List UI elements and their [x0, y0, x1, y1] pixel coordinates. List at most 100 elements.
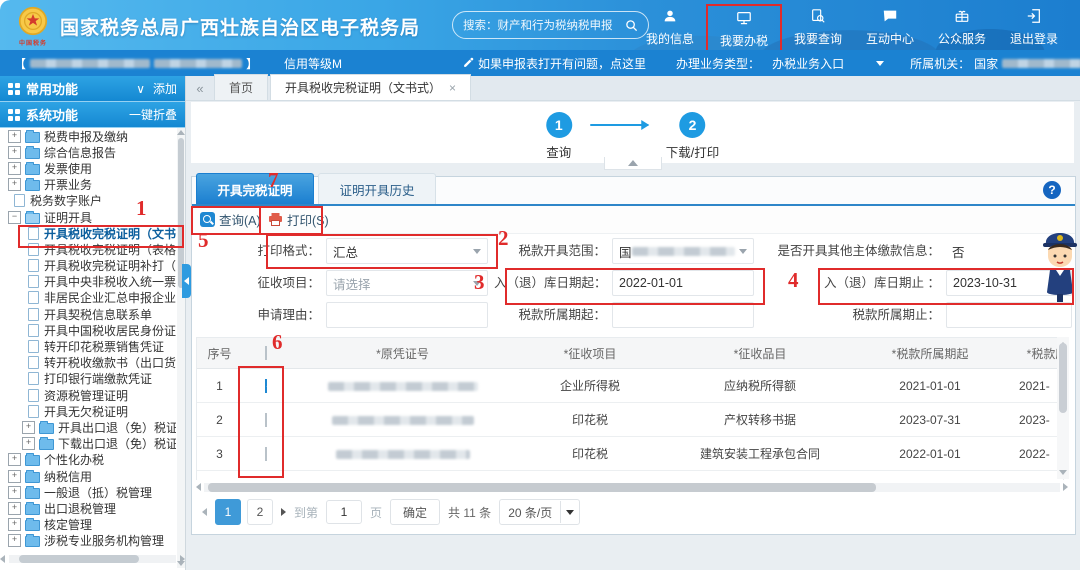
sidebar-section-common[interactable]: 常用功能 ∨ 添加	[0, 76, 185, 102]
declaration-notice-link[interactable]: 如果申报表打开有问题，点这里	[462, 55, 646, 72]
expand-icon[interactable]: +	[8, 161, 21, 175]
sidebar-item-14[interactable]: 转开税收缴款书（出口货物劳务）	[0, 355, 176, 371]
scrollbar-thumb[interactable]	[208, 482, 876, 492]
sidebar-item-5[interactable]: − 证明开具	[0, 209, 176, 225]
expand-icon[interactable]: +	[8, 178, 21, 192]
sidebar-item-25[interactable]: + 涉税专业服务机构管理	[0, 533, 176, 549]
sidebar-item-21[interactable]: + 纳税信用	[0, 468, 176, 484]
sidebar-item-16[interactable]: 资源税管理证明	[0, 387, 176, 403]
sidebar-item-20[interactable]: + 个性化办税	[0, 452, 176, 468]
sidebar-item-24[interactable]: + 核定管理	[0, 517, 176, 533]
prev-page-icon[interactable]	[202, 508, 207, 516]
form-select[interactable]: 国	[612, 238, 754, 264]
row-checkbox[interactable]	[265, 446, 267, 461]
print-button[interactable]: 打印(S)	[268, 209, 329, 229]
sidebar-item-15[interactable]: 打印银行端缴款凭证	[0, 371, 176, 387]
row-checkbox[interactable]	[265, 412, 267, 427]
form-select[interactable]: 汇总	[326, 238, 488, 264]
collapse-all-link[interactable]: 一键折叠	[129, 106, 177, 123]
expand-icon[interactable]: +	[8, 501, 21, 515]
search-icon	[200, 211, 215, 227]
chevron-down-icon[interactable]	[876, 60, 885, 66]
sidebar-item-8[interactable]: 开具税收完税证明补打（表格式）	[0, 258, 176, 274]
nav-item-1[interactable]: 我要办税	[706, 4, 782, 54]
tabs-collapse-button[interactable]: «	[186, 81, 214, 100]
sidebar-item-13[interactable]: 转开印花税票销售凭证	[0, 338, 176, 354]
desktop-icon	[736, 10, 752, 29]
header-search-input[interactable]: 搜索：财产和行为税纳税申报	[452, 11, 649, 39]
cell-project: 企业所得税	[559, 379, 620, 393]
form-select[interactable]: 请选择	[326, 270, 488, 296]
expand-icon[interactable]: +	[8, 129, 21, 143]
sidebar-item-7[interactable]: 开具税收完税证明（表格式）	[0, 241, 176, 257]
sidebar-item-4[interactable]: 税务数字账户	[0, 193, 176, 209]
page-size-select[interactable]: 20 条/页	[499, 499, 581, 525]
nav-item-0[interactable]: 我的信息	[634, 4, 706, 50]
next-page-icon[interactable]	[281, 508, 286, 516]
select-all-checkbox[interactable]	[265, 346, 267, 360]
sidebar-item-12[interactable]: 开具中国税收居民身份证明	[0, 322, 176, 338]
sidebar-horizontal-scrollbar[interactable]	[0, 554, 185, 564]
expand-icon[interactable]: +	[8, 485, 21, 499]
scroll-up-icon[interactable]	[177, 130, 185, 135]
help-icon[interactable]: ?	[1043, 181, 1061, 199]
steps-collapse-button[interactable]	[604, 157, 662, 170]
sidebar-item-11[interactable]: 开具契税信息联系单	[0, 306, 176, 322]
query-button[interactable]: 查询(A)	[200, 209, 261, 229]
tab-home[interactable]: 首页	[214, 74, 269, 100]
sidebar-item-6[interactable]: 开具税收完税证明（文书式）	[0, 225, 176, 241]
sidebar-item-0[interactable]: + 税费申报及缴纳	[0, 128, 176, 144]
expand-icon[interactable]: +	[22, 420, 35, 434]
scroll-down-icon[interactable]	[1059, 469, 1067, 475]
nav-item-3[interactable]: 互动中心	[854, 4, 926, 50]
confirm-button[interactable]: 确定	[390, 499, 441, 525]
table-vertical-scrollbar[interactable]	[1057, 337, 1069, 479]
sidebar-item-22[interactable]: + 一般退（抵）税管理	[0, 484, 176, 500]
tab-issue-certificate[interactable]: 开具完税证明	[196, 173, 314, 204]
jump-page-input[interactable]: 1	[326, 500, 363, 524]
business-type-value[interactable]: 办税业务入口	[772, 55, 844, 72]
form-label: 税款开具范围：	[518, 244, 606, 258]
sidebar-collapse-handle[interactable]	[182, 264, 191, 298]
sidebar-item-10[interactable]: 非居民企业汇总申报企业所得税	[0, 290, 176, 306]
row-checkbox[interactable]	[265, 378, 267, 393]
nav-item-2[interactable]: 我要查询	[782, 4, 854, 50]
expand-icon[interactable]: +	[8, 453, 21, 467]
sidebar-section-system[interactable]: 系统功能 一键折叠	[0, 102, 185, 128]
form-input[interactable]: 2022-01-01	[612, 270, 754, 296]
sidebar-item-17[interactable]: 开具无欠税证明	[0, 403, 176, 419]
scrollbar-thumb[interactable]	[19, 555, 139, 563]
scroll-right-icon[interactable]	[180, 555, 185, 563]
close-icon[interactable]: ×	[449, 81, 456, 95]
sidebar-item-18[interactable]: + 开具出口退（免）税证明	[0, 419, 176, 435]
expand-icon[interactable]: +	[8, 534, 21, 548]
scroll-left-icon[interactable]	[0, 555, 5, 563]
nav-item-5[interactable]: 退出登录	[998, 4, 1070, 50]
sidebar-item-9[interactable]: 开具中央非税收入统一票据	[0, 274, 176, 290]
nav-item-4[interactable]: 公众服务	[926, 4, 998, 50]
scrollbar-thumb[interactable]	[1059, 343, 1067, 413]
form-input[interactable]	[326, 302, 488, 328]
expand-icon[interactable]: +	[22, 437, 35, 451]
chevron-icon[interactable]: ∨	[136, 82, 145, 96]
scroll-right-icon[interactable]	[1063, 483, 1068, 491]
tab-certificate-history[interactable]: 证明开具历史	[318, 173, 436, 204]
scroll-left-icon[interactable]	[196, 483, 201, 491]
sidebar-item-19[interactable]: + 下载出口退（免）税证明	[0, 436, 176, 452]
form-input[interactable]	[612, 302, 754, 328]
tab-current-page[interactable]: 开具税收完税证明（文书式） ×	[270, 74, 472, 100]
page-button-1[interactable]: 1	[215, 499, 241, 525]
folder-icon	[39, 420, 54, 434]
sidebar-item-1[interactable]: + 综合信息报告	[0, 144, 176, 160]
collapse-icon[interactable]: −	[8, 210, 21, 224]
expand-icon[interactable]: +	[8, 145, 21, 159]
add-link[interactable]: 添加	[153, 80, 177, 97]
expand-icon[interactable]: +	[8, 518, 21, 532]
sidebar-item-2[interactable]: + 发票使用	[0, 160, 176, 176]
sidebar-item-3[interactable]: + 开票业务	[0, 177, 176, 193]
expand-icon[interactable]: +	[8, 469, 21, 483]
table-horizontal-scrollbar[interactable]	[196, 481, 1068, 493]
page-button-2[interactable]: 2	[247, 499, 273, 525]
sidebar-vertical-scrollbar[interactable]	[177, 128, 185, 568]
sidebar-item-23[interactable]: + 出口退税管理	[0, 500, 176, 516]
